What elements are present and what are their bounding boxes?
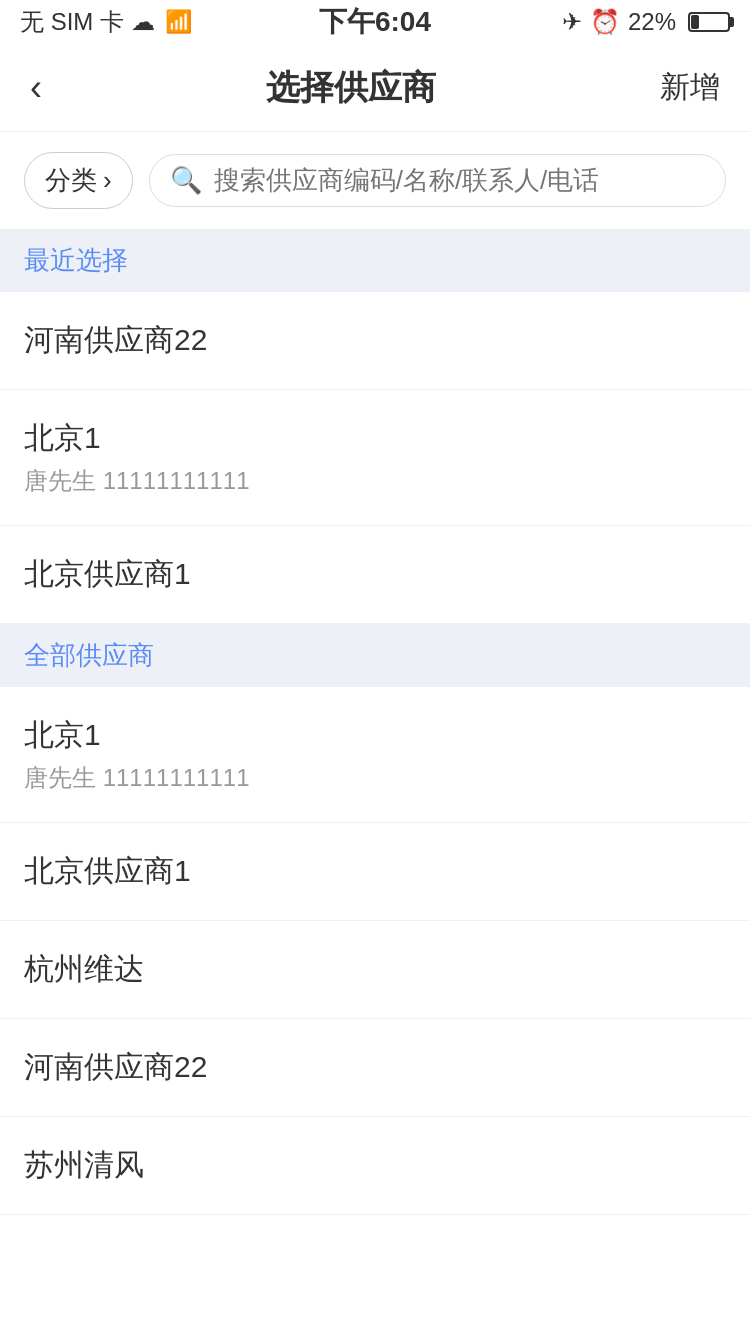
category-label: 分类: [45, 163, 97, 198]
search-box: 🔍: [149, 154, 726, 207]
item-name: 北京1: [24, 418, 726, 459]
page-title: 选择供应商: [266, 65, 436, 111]
list-item[interactable]: 北京1 唐先生 11111111111: [0, 390, 750, 526]
item-name: 杭州维达: [24, 949, 726, 990]
list-item[interactable]: 杭州维达: [0, 921, 750, 1019]
item-name: 苏州清风: [24, 1145, 726, 1186]
status-time: 下午6:04: [319, 3, 431, 41]
recent-section-header: 最近选择: [0, 229, 750, 292]
recent-items-list: 河南供应商22 北京1 唐先生 11111111111 北京供应商1: [0, 292, 750, 624]
list-item[interactable]: 河南供应商22: [0, 292, 750, 390]
item-sub: 唐先生 11111111111: [24, 762, 726, 794]
list-item[interactable]: 河南供应商22: [0, 1019, 750, 1117]
list-item[interactable]: 苏州清风: [0, 1117, 750, 1215]
all-section-header: 全部供应商: [0, 624, 750, 687]
battery-icon: [688, 12, 730, 32]
search-input[interactable]: [214, 165, 705, 196]
item-name: 河南供应商22: [24, 320, 726, 361]
item-name: 北京1: [24, 715, 726, 756]
back-button[interactable]: ‹: [30, 67, 42, 109]
location-icon: ✈: [562, 8, 582, 36]
item-name: 北京供应商1: [24, 851, 726, 892]
add-button[interactable]: 新增: [660, 67, 720, 108]
status-right: ✈ ⏰ 22%: [562, 8, 730, 36]
search-icon: 🔍: [170, 165, 202, 196]
wifi-icon: 📶: [165, 9, 192, 35]
list-item[interactable]: 北京供应商1: [0, 526, 750, 624]
category-filter-button[interactable]: 分类 ›: [24, 152, 133, 209]
item-name: 北京供应商1: [24, 554, 726, 595]
item-name: 河南供应商22: [24, 1047, 726, 1088]
list-item[interactable]: 北京1 唐先生 11111111111: [0, 687, 750, 823]
battery-percentage: 22%: [628, 8, 676, 36]
all-section-label: 全部供应商: [24, 640, 154, 670]
status-left: 无 SIM 卡 ☁ 📶: [20, 6, 192, 38]
item-sub: 唐先生 11111111111: [24, 465, 726, 497]
sim-status: 无 SIM 卡 ☁: [20, 6, 155, 38]
nav-bar: ‹ 选择供应商 新增: [0, 44, 750, 132]
status-bar: 无 SIM 卡 ☁ 📶 下午6:04 ✈ ⏰ 22%: [0, 0, 750, 44]
filter-bar: 分类 › 🔍: [0, 132, 750, 229]
alarm-icon: ⏰: [590, 8, 620, 36]
list-item[interactable]: 北京供应商1: [0, 823, 750, 921]
category-chevron-icon: ›: [103, 165, 112, 196]
all-items-list: 北京1 唐先生 11111111111 北京供应商1 杭州维达河南供应商22 苏州清风: [0, 687, 750, 1215]
recent-section-label: 最近选择: [24, 245, 128, 275]
